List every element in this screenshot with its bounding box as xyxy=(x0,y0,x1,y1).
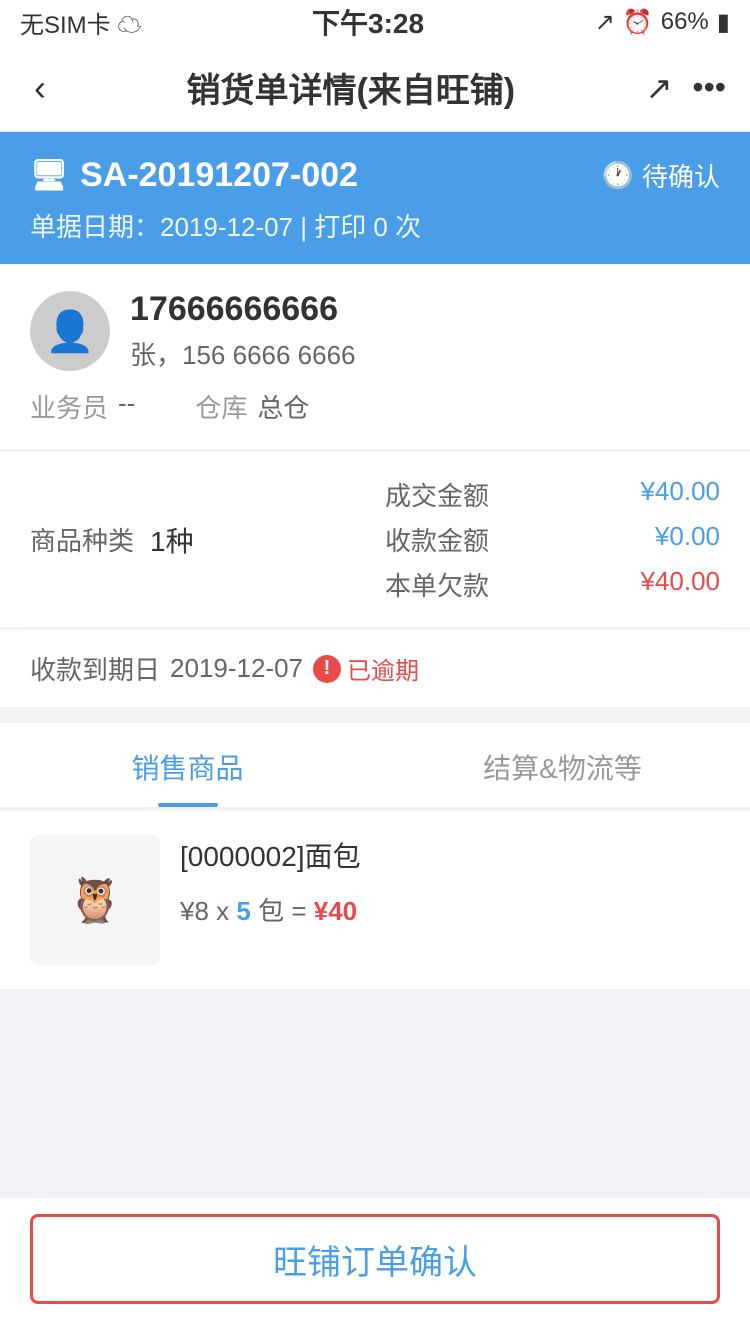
warehouse-label: 仓库 xyxy=(195,388,247,425)
alarm-icon: ⏰ xyxy=(623,8,653,37)
warehouse-item: 仓库 总仓 xyxy=(195,388,309,425)
location-icon: ↗ xyxy=(595,8,615,37)
overdue-badge: ! 已逾期 xyxy=(313,651,419,686)
category-value: 1种 xyxy=(150,520,194,560)
status-left: 无SIM卡 ☁ xyxy=(20,5,141,40)
amount-value-1: ¥0.00 xyxy=(655,521,720,558)
amount-label-0: 成交金额 xyxy=(385,476,489,513)
amount-label-1: 收款金额 xyxy=(385,521,489,558)
clock-icon: 🕐 xyxy=(602,160,634,191)
amount-value-2: ¥40.00 xyxy=(640,566,720,603)
more-icon[interactable]: ••• xyxy=(692,69,726,106)
order-status: 🕐 待确认 xyxy=(602,157,720,194)
overdue-icon: ! xyxy=(313,655,341,683)
product-info: [0000002]面包 ¥8 x 5 包 = ¥40 xyxy=(180,835,720,965)
divider-2 xyxy=(30,627,720,628)
price-per-unit: ¥8 xyxy=(180,896,209,926)
product-item: 🦉 [0000002]面包 ¥8 x 5 包 = ¥40 xyxy=(30,835,720,965)
summary-section: 商品种类 1种 成交金额 ¥40.00 收款金额 ¥0.00 本单欠款 ¥40.… xyxy=(0,452,750,627)
due-date-label: 收款到期日 xyxy=(30,650,160,687)
category-label: 商品种类 xyxy=(30,521,134,558)
quantity-value: 5 xyxy=(236,896,250,926)
bottom-bar: 旺铺订单确认 xyxy=(0,1198,750,1334)
nav-bar: ‹ 销货单详情(来自旺铺) ↗ ••• xyxy=(0,44,750,132)
amount-row-1: 收款金额 ¥0.00 xyxy=(385,521,720,558)
overdue-text: 已逾期 xyxy=(347,651,419,686)
customer-row: 👤 17666666666 张，156 6666 6666 xyxy=(30,290,720,372)
due-date-value: 2019-12-07 xyxy=(170,653,303,684)
salesperson-item: 业务员 -- xyxy=(30,388,135,425)
order-date: 单据日期：2019-12-07 | 打印 0 次 xyxy=(30,207,720,244)
salesperson-value: -- xyxy=(118,388,135,425)
avatar: 👤 xyxy=(30,291,110,371)
total-value: ¥40 xyxy=(314,896,357,926)
tabs-section: 销售商品 结算&物流等 xyxy=(0,723,750,809)
avatar-icon: 👤 xyxy=(45,308,95,355)
multiply-symbol: x xyxy=(216,896,236,926)
page-title: 销货单详情(来自旺铺) xyxy=(56,63,646,112)
product-image: 🦉 xyxy=(30,835,160,965)
tab-settlement[interactable]: 结算&物流等 xyxy=(375,723,750,807)
customer-name: 张，156 6666 6666 xyxy=(130,335,356,372)
order-id-row: 🖥 SA-20191207-002 🕐 待确认 xyxy=(30,156,720,195)
tab-underline xyxy=(158,803,218,807)
sim-status: 无SIM卡 ☁ xyxy=(20,5,141,40)
divider-1 xyxy=(30,449,720,450)
order-icon: 🖥 xyxy=(30,158,68,193)
summary-left: 商品种类 1种 xyxy=(30,476,365,603)
customer-details: 17666666666 张，156 6666 6666 xyxy=(130,290,356,372)
amount-label-2: 本单欠款 xyxy=(385,566,489,603)
share-icon[interactable]: ↗ xyxy=(646,69,673,107)
customer-phone: 17666666666 xyxy=(130,290,356,329)
product-owl-icon: 🦉 xyxy=(68,874,123,926)
order-id: 🖥 SA-20191207-002 xyxy=(30,156,358,195)
battery-level: 66% xyxy=(661,8,709,36)
order-header: 🖥 SA-20191207-002 🕐 待确认 单据日期：2019-12-07 … xyxy=(0,132,750,264)
amount-row-0: 成交金额 ¥40.00 xyxy=(385,476,720,513)
tab-sales[interactable]: 销售商品 xyxy=(0,723,375,807)
amount-row-2: 本单欠款 ¥40.00 xyxy=(385,566,720,603)
summary-right: 成交金额 ¥40.00 收款金额 ¥0.00 本单欠款 ¥40.00 xyxy=(385,476,720,603)
amount-value-0: ¥40.00 xyxy=(640,476,720,513)
back-button[interactable]: ‹ xyxy=(24,57,56,119)
due-date-section: 收款到期日 2019-12-07 ! 已逾期 xyxy=(0,630,750,707)
nav-actions: ↗ ••• xyxy=(646,69,726,107)
product-name: [0000002]面包 xyxy=(180,835,720,875)
status-right: ↗ ⏰ 66% ▮ xyxy=(595,8,730,37)
product-price-detail: ¥8 x 5 包 = ¥40 xyxy=(180,891,720,928)
unit-value: 包 xyxy=(258,896,284,926)
status-time: 下午3:28 xyxy=(312,2,424,42)
salesperson-label: 业务员 xyxy=(30,388,108,425)
product-section: 🦉 [0000002]面包 ¥8 x 5 包 = ¥40 xyxy=(0,811,750,989)
warehouse-value: 总仓 xyxy=(257,388,309,425)
status-bar: 无SIM卡 ☁ 下午3:28 ↗ ⏰ 66% ▮ xyxy=(0,0,750,44)
confirm-order-button[interactable]: 旺铺订单确认 xyxy=(30,1214,720,1304)
customer-meta: 业务员 -- 仓库 总仓 xyxy=(30,388,720,425)
equals-symbol: = xyxy=(291,896,313,926)
customer-section: 👤 17666666666 张，156 6666 6666 业务员 -- 仓库 … xyxy=(0,266,750,449)
battery-icon: ▮ xyxy=(717,8,730,37)
